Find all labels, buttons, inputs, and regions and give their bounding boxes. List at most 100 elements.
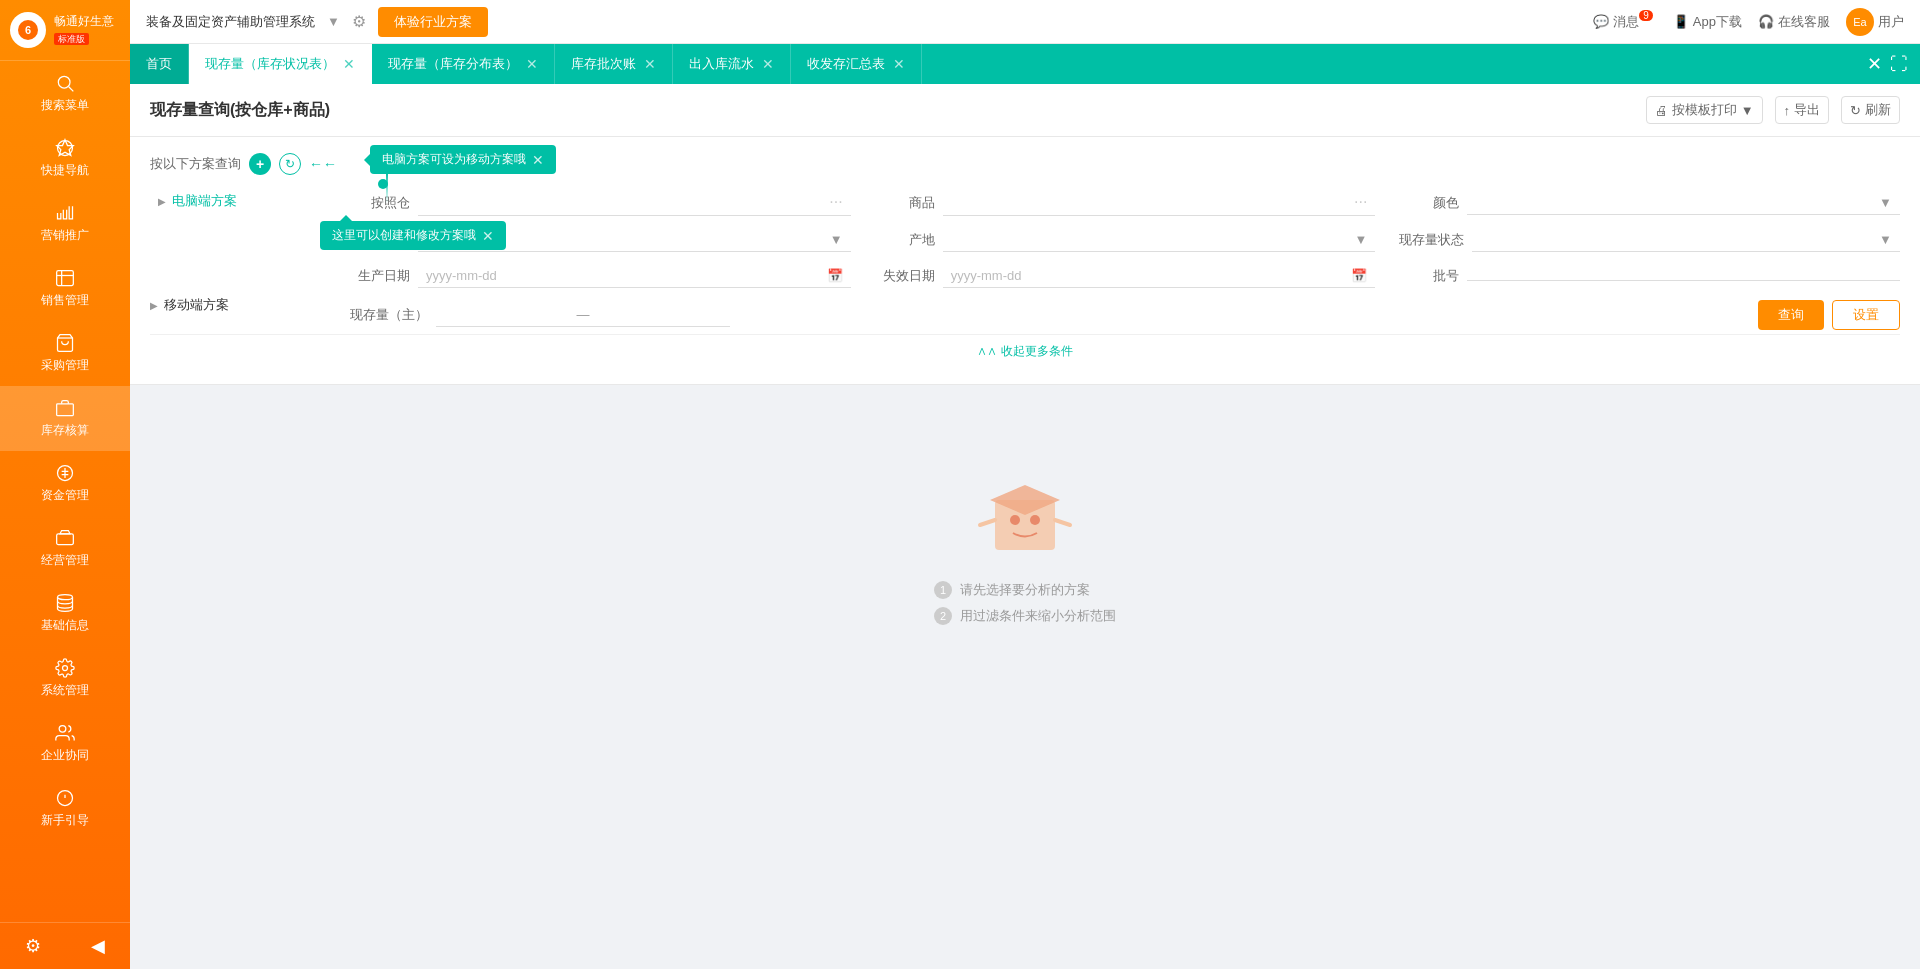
- scheme-item-mobile[interactable]: ▶ 移动端方案: [150, 293, 330, 317]
- tab-stock-dist[interactable]: 现存量（库存分布表） ✕: [372, 44, 555, 84]
- system-dropdown-icon[interactable]: ▼: [327, 14, 340, 29]
- batch-input[interactable]: [1467, 272, 1900, 281]
- stock-status-dropdown-icon: ▼: [1879, 232, 1892, 247]
- settings-gear-icon[interactable]: ⚙: [352, 12, 366, 31]
- warehouse-more-icon[interactable]: ···: [829, 193, 842, 211]
- app-badge: 标准版: [54, 30, 114, 47]
- sidebar-item-system[interactable]: 系统管理: [0, 646, 130, 711]
- calendar-icon-expire[interactable]: 📅: [1351, 268, 1367, 283]
- search-btn[interactable]: 查询: [1758, 300, 1824, 330]
- goods-input[interactable]: ···: [943, 189, 1376, 216]
- svg-point-2: [58, 76, 70, 88]
- stock-status-field: 现存量状态 ▼: [1399, 228, 1900, 252]
- tab-close-batch[interactable]: ✕: [644, 56, 656, 72]
- tab-summary[interactable]: 收发存汇总表 ✕: [791, 44, 922, 84]
- system-title: 装备及固定资产辅助管理系统: [146, 13, 315, 31]
- logo-icon: 6: [10, 12, 46, 48]
- export-btn[interactable]: ↑ 导出: [1775, 96, 1830, 124]
- tab-stock-status[interactable]: 现存量（库存状况表） ✕: [189, 44, 372, 84]
- scheme-panel: ▶ 电脑端方案 这里可以创建和修改方案哦 ✕ ▶ 移动端方案: [150, 189, 330, 334]
- sidebar-item-collab[interactable]: 企业协同: [0, 711, 130, 776]
- message-icon: 💬: [1593, 14, 1609, 29]
- print-icon: 🖨: [1655, 103, 1668, 118]
- sidebar-item-marketing[interactable]: 营销推广: [0, 191, 130, 256]
- tab-close-all-icon[interactable]: ✕: [1867, 53, 1882, 75]
- filter-label: 按以下方案查询: [150, 155, 241, 173]
- online-service-btn[interactable]: 🎧 在线客服: [1758, 13, 1830, 31]
- warehouse-input[interactable]: ···: [418, 189, 851, 216]
- print-btn[interactable]: 🖨 按模板打印 ▼: [1646, 96, 1763, 124]
- svg-point-13: [58, 595, 73, 600]
- step-2-num: 2: [934, 607, 952, 625]
- goods-more-icon[interactable]: ···: [1354, 193, 1367, 211]
- svg-point-20: [1010, 515, 1020, 525]
- stock-main-field: 现存量（主） —: [350, 303, 730, 327]
- tab-close-stock-status[interactable]: ✕: [343, 56, 355, 72]
- refresh-icon: ↻: [1850, 103, 1861, 118]
- calendar-icon-prod[interactable]: 📅: [827, 268, 843, 283]
- reset-btn[interactable]: 设置: [1832, 300, 1900, 330]
- sidebar-item-sales[interactable]: 销售管理: [0, 256, 130, 321]
- app-download-btn[interactable]: 📱 App下载: [1673, 13, 1742, 31]
- batch-field: 批号: [1399, 267, 1900, 285]
- tab-close-stock-dist[interactable]: ✕: [526, 56, 538, 72]
- collapse-icon: ∧∧: [977, 344, 997, 358]
- origin-field: 产地 ▼: [875, 228, 1376, 252]
- tab-close-inout-flow[interactable]: ✕: [762, 56, 774, 72]
- sidebar-item-nav[interactable]: 快捷导航: [0, 126, 130, 191]
- tooltip-scheme: 电脑方案可设为移动方案哦 ✕: [370, 145, 556, 174]
- tooltip-scheme-close[interactable]: ✕: [532, 152, 544, 168]
- tab-expand-icon[interactable]: ⛶: [1890, 54, 1908, 75]
- message-btn[interactable]: 💬 消息 9: [1593, 13, 1657, 31]
- user-menu[interactable]: Ea 用户: [1846, 8, 1904, 36]
- warehouse-field: 按照仓 ···: [350, 189, 851, 216]
- batch-label: 批号: [1399, 267, 1459, 285]
- filter-fields: 按照仓 ··· 商品 ··· 颜色: [350, 189, 1900, 334]
- collapse-sidebar-btn[interactable]: ◀: [91, 935, 105, 957]
- tabbar: 首页 现存量（库存状况表） ✕ 现存量（库存分布表） ✕ 库存批次账 ✕ 出入库…: [130, 44, 1920, 84]
- empty-steps: 1 请先选择要分析的方案 2 用过滤条件来缩小分析范围: [934, 581, 1116, 625]
- app-name: 畅通好生意: [54, 13, 114, 30]
- page-header: 现存量查询(按仓库+商品) 🖨 按模板打印 ▼ ↑ 导出 ↻ 刷新: [130, 84, 1920, 137]
- phone-icon: 📱: [1673, 14, 1689, 29]
- sidebar-item-search[interactable]: 搜索菜单: [0, 61, 130, 126]
- add-scheme-btn[interactable]: +: [249, 153, 271, 175]
- prod-date-input[interactable]: yyyy-mm-dd 📅: [418, 264, 851, 288]
- stock-status-select[interactable]: ▼: [1472, 228, 1900, 252]
- collapse-bar[interactable]: ∧∧ 收起更多条件: [150, 334, 1900, 368]
- sidebar-item-finance[interactable]: 资金管理: [0, 451, 130, 516]
- stock-main-range: —: [436, 303, 730, 327]
- back-arrow-btn[interactable]: ←←: [309, 156, 337, 172]
- sidebar-item-basicinfo[interactable]: 基础信息: [0, 581, 130, 646]
- refresh-scheme-btn[interactable]: ↻: [279, 153, 301, 175]
- stock-main-from[interactable]: [436, 303, 573, 326]
- stock-status-label: 现存量状态: [1399, 231, 1464, 249]
- tab-batch[interactable]: 库存批次账 ✕: [555, 44, 673, 84]
- tab-home[interactable]: 首页: [130, 44, 189, 84]
- scheme-item-pc[interactable]: ▶ 电脑端方案: [158, 189, 330, 213]
- stock-main-to[interactable]: [594, 303, 731, 326]
- export-icon: ↑: [1784, 103, 1791, 118]
- sidebar-item-operations[interactable]: 经营管理: [0, 516, 130, 581]
- prod-date-field: 生产日期 yyyy-mm-dd 📅: [350, 264, 851, 288]
- color-select[interactable]: ▼: [1467, 191, 1900, 215]
- tab-inout-flow[interactable]: 出入库流水 ✕: [673, 44, 791, 84]
- filter-row-4: 现存量（主） — 查询 设置: [350, 300, 1900, 330]
- settings-icon[interactable]: ⚙: [25, 935, 41, 957]
- experience-btn[interactable]: 体验行业方案: [378, 7, 488, 37]
- sidebar-item-purchase[interactable]: 采购管理: [0, 321, 130, 386]
- vert-line: [386, 173, 388, 203]
- svg-text:6: 6: [25, 24, 31, 36]
- tooltip-edit-close[interactable]: ✕: [482, 228, 494, 244]
- step-1-num: 1: [934, 581, 952, 599]
- empty-state: 1 请先选择要分析的方案 2 用过滤条件来缩小分析范围: [130, 385, 1920, 705]
- origin-label: 产地: [875, 231, 935, 249]
- svg-point-21: [1030, 515, 1040, 525]
- tab-close-summary[interactable]: ✕: [893, 56, 905, 72]
- expire-date-input[interactable]: yyyy-mm-dd 📅: [943, 264, 1376, 288]
- refresh-btn[interactable]: ↻ 刷新: [1841, 96, 1900, 124]
- sidebar-item-inventory[interactable]: 库存核算: [0, 386, 130, 451]
- origin-select[interactable]: ▼: [943, 228, 1376, 252]
- goods-field: 商品 ···: [875, 189, 1376, 216]
- sidebar-item-guide[interactable]: 新手引导: [0, 776, 130, 841]
